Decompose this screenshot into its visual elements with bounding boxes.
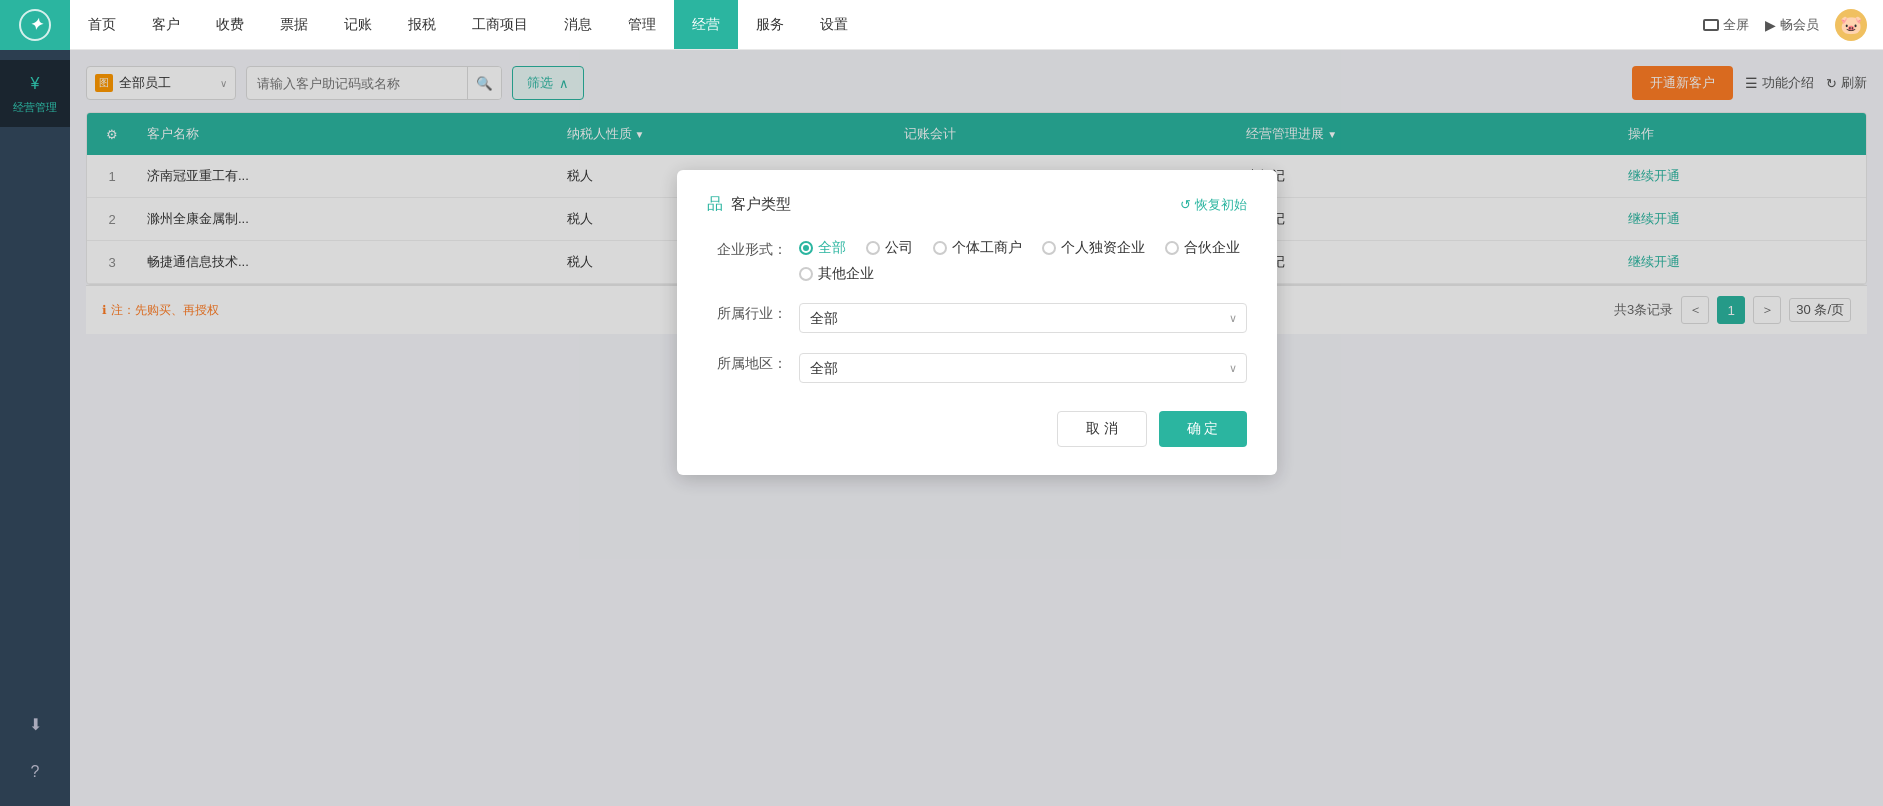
reset-icon: ↺ xyxy=(1180,197,1191,212)
enterprise-option-individual[interactable]: 个体工商户 xyxy=(933,239,1022,257)
nav-customer[interactable]: 客户 xyxy=(134,0,198,49)
radio-circle-sole xyxy=(1042,241,1056,255)
radio-circle-partnership xyxy=(1165,241,1179,255)
enterprise-option-individual-label: 个体工商户 xyxy=(952,239,1022,257)
reset-label: 恢复初始 xyxy=(1195,196,1247,214)
enterprise-form-label: 企业形式： xyxy=(707,239,787,259)
app-logo-icon: ✦ xyxy=(19,9,51,41)
fullscreen-label: 全屏 xyxy=(1723,16,1749,34)
nav-bookkeeping[interactable]: 记账 xyxy=(326,0,390,49)
sidebar-item-operation-management[interactable]: ¥ 经营管理 xyxy=(0,60,70,127)
industry-label: 所属行业： xyxy=(707,303,787,323)
nav-management[interactable]: 管理 xyxy=(610,0,674,49)
industry-select-wrapper: 全部 xyxy=(799,303,1247,333)
cancel-button[interactable]: 取 消 xyxy=(1057,411,1147,447)
enterprise-option-partnership-label: 合伙企业 xyxy=(1184,239,1240,257)
reset-button[interactable]: ↺ 恢复初始 xyxy=(1180,196,1247,214)
enterprise-option-company[interactable]: 公司 xyxy=(866,239,913,257)
region-dropdown[interactable]: 全部 xyxy=(799,353,1247,383)
nav-operation[interactable]: 经营 xyxy=(674,0,738,49)
enterprise-form-options: 全部 公司 个体工商户 个人独资企业 xyxy=(799,239,1247,283)
nav-invoice[interactable]: 票据 xyxy=(262,0,326,49)
region-dropdown-wrapper: 全部 xyxy=(799,353,1247,383)
sidebar: ¥ 经营管理 ⬇ ? xyxy=(0,50,70,806)
nav-business[interactable]: 工商项目 xyxy=(454,0,546,49)
nav-right-area: 全屏 ▶ 畅会员 🐷 xyxy=(1703,9,1883,41)
confirm-button[interactable]: 确 定 xyxy=(1159,411,1247,447)
operation-management-icon: ¥ xyxy=(23,72,47,96)
fullscreen-icon xyxy=(1703,19,1719,31)
sidebar-bottom: ⬇ ? xyxy=(0,700,70,806)
nav-tax[interactable]: 报税 xyxy=(390,0,454,49)
sidebar-help-button[interactable]: ? xyxy=(0,748,70,796)
enterprise-option-company-label: 公司 xyxy=(885,239,913,257)
enterprise-option-all[interactable]: 全部 xyxy=(799,239,846,257)
modal-title: 品 客户类型 xyxy=(707,194,791,215)
enterprise-option-other[interactable]: 其他企业 xyxy=(799,265,874,283)
region-form-row: 所属地区： 全部 xyxy=(707,353,1247,383)
modal-title-icon: 品 xyxy=(707,194,723,215)
region-select-wrapper: 全部 xyxy=(799,353,1247,383)
radio-circle-company xyxy=(866,241,880,255)
logo-area: ✦ xyxy=(0,0,70,50)
nav-messages[interactable]: 消息 xyxy=(546,0,610,49)
region-label: 所属地区： xyxy=(707,353,787,373)
top-navigation: ✦ 首页 客户 收费 票据 记账 报税 工商项目 消息 管理 经营 服务 设置 … xyxy=(0,0,1883,50)
enterprise-option-other-label: 其他企业 xyxy=(818,265,874,283)
sidebar-item-label-operation: 经营管理 xyxy=(13,100,57,115)
enterprise-option-partnership[interactable]: 合伙企业 xyxy=(1165,239,1240,257)
nav-billing[interactable]: 收费 xyxy=(198,0,262,49)
enterprise-option-sole[interactable]: 个人独资企业 xyxy=(1042,239,1145,257)
enterprise-form-row: 企业形式： 全部 公司 个体工商户 xyxy=(707,239,1247,283)
fullscreen-button[interactable]: 全屏 xyxy=(1703,16,1749,34)
help-icon: ? xyxy=(23,760,47,784)
industry-dropdown-wrapper: 全部 xyxy=(799,303,1247,333)
industry-dropdown[interactable]: 全部 xyxy=(799,303,1247,333)
nav-settings[interactable]: 设置 xyxy=(802,0,866,49)
vip-label: 畅会员 xyxy=(1780,16,1819,34)
sidebar-download-button[interactable]: ⬇ xyxy=(0,700,70,748)
modal-overlay: 品 客户类型 ↺ 恢复初始 企业形式： 全部 公司 xyxy=(70,50,1883,806)
enterprise-option-sole-label: 个人独资企业 xyxy=(1061,239,1145,257)
download-icon: ⬇ xyxy=(23,712,47,736)
radio-circle-individual xyxy=(933,241,947,255)
radio-circle-all xyxy=(799,241,813,255)
modal-header: 品 客户类型 ↺ 恢复初始 xyxy=(707,194,1247,215)
vip-button[interactable]: ▶ 畅会员 xyxy=(1765,16,1819,34)
enterprise-radio-group: 全部 公司 个体工商户 个人独资企业 xyxy=(799,239,1247,283)
modal-title-text: 客户类型 xyxy=(731,195,791,214)
nav-service[interactable]: 服务 xyxy=(738,0,802,49)
customer-type-modal: 品 客户类型 ↺ 恢复初始 企业形式： 全部 公司 xyxy=(677,170,1277,475)
radio-circle-other xyxy=(799,267,813,281)
nav-items: 首页 客户 收费 票据 记账 报税 工商项目 消息 管理 经营 服务 设置 xyxy=(70,0,1703,49)
user-avatar[interactable]: 🐷 xyxy=(1835,9,1867,41)
nav-home[interactable]: 首页 xyxy=(70,0,134,49)
enterprise-option-all-label: 全部 xyxy=(818,239,846,257)
vip-icon: ▶ xyxy=(1765,17,1776,33)
industry-form-row: 所属行业： 全部 xyxy=(707,303,1247,333)
modal-footer: 取 消 确 定 xyxy=(707,411,1247,447)
